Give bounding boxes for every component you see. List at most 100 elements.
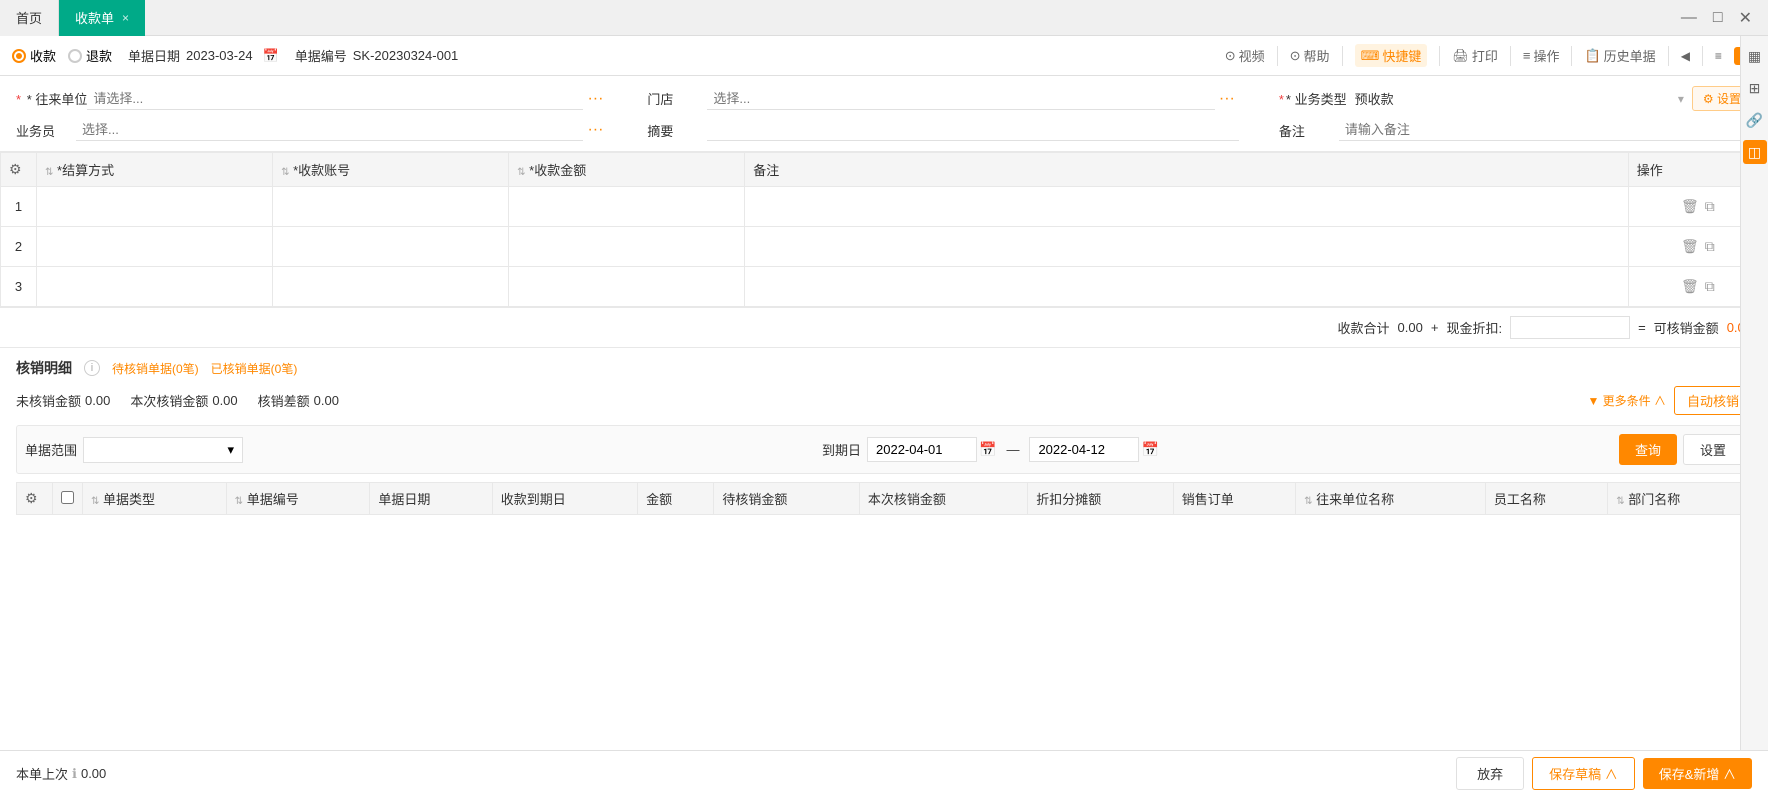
delete-row-1-btn[interactable]: 🗑: [1681, 198, 1699, 215]
row-2-settle[interactable]: [37, 227, 273, 267]
table-settings-icon[interactable]: ⚙: [1, 153, 37, 187]
tab-home[interactable]: 首页: [0, 0, 59, 36]
receipt-radio[interactable]: 收款: [12, 46, 56, 65]
remark-input[interactable]: [1339, 119, 1752, 141]
history-icon: 📋: [1584, 48, 1600, 64]
copy-row-3-btn[interactable]: ⧉: [1705, 278, 1715, 295]
row-1-remark[interactable]: [745, 187, 1629, 227]
nav-prev-icon[interactable]: ◀: [1681, 49, 1690, 63]
business-type-field: ** 业务类型 预收款 ▾ ⚙ 设置: [1279, 86, 1752, 111]
discount-label: 现金折扣:: [1446, 318, 1502, 337]
row-2-amount[interactable]: [509, 227, 745, 267]
store-ellipsis-btn[interactable]: ···: [1215, 91, 1239, 107]
per-order-info-icon[interactable]: ℹ: [72, 766, 77, 782]
col-amount-header: ⇅ *收款金额: [509, 153, 745, 187]
col-number-header: ⇅ 单据编号: [226, 483, 370, 515]
bottom-table-gear-icon[interactable]: ⚙: [25, 490, 38, 506]
number-value: SK-20230324-001: [353, 48, 459, 63]
tab-receipt[interactable]: 收款单 ×: [59, 0, 145, 36]
list-view-icon[interactable]: ≡: [1715, 49, 1722, 63]
bottom-table-header: ⚙ ⇅ 单据类型 ⇅ 单据编号 单据日期: [17, 483, 1752, 515]
staff-ellipsis-btn[interactable]: ···: [583, 122, 607, 138]
receipt-table-section: ⚙ ⇅ *结算方式 ⇅ *收款账号 ⇅ *收款金额 备注: [0, 152, 1768, 308]
select-all-checkbox[interactable]: [61, 491, 74, 504]
store-input[interactable]: [707, 88, 1214, 110]
help-icon: ⊙: [1290, 48, 1301, 64]
receipt-tab-label: 收款单: [75, 8, 114, 27]
table-row: 3 🗑 ⧉: [1, 267, 1768, 307]
reconcile-settings-btn[interactable]: 设置: [1683, 434, 1743, 465]
save-new-btn[interactable]: 保存&新增 ∧: [1643, 758, 1752, 789]
row-3-settle[interactable]: [37, 267, 273, 307]
equals-sign: =: [1638, 320, 1646, 335]
close-window-icon[interactable]: ✕: [1735, 8, 1756, 28]
staff-field: 业务员 ···: [16, 119, 607, 141]
partner-input[interactable]: [87, 88, 583, 110]
done-tag-btn[interactable]: 已核销单据(0笔): [211, 360, 298, 377]
row-3-amount[interactable]: [509, 267, 745, 307]
sidebar-scan-icon[interactable]: ◫: [1743, 140, 1767, 164]
row-3-account[interactable]: [273, 267, 509, 307]
save-draft-btn[interactable]: 保存草稿 ∧: [1532, 757, 1635, 790]
row-2-remark[interactable]: [745, 227, 1629, 267]
row-3-num: 3: [1, 267, 37, 307]
print-btn[interactable]: 🖨 打印: [1452, 46, 1498, 65]
date-label: 单据日期: [128, 46, 180, 65]
toolbar-actions: ⊙ 视频 ⊙ 帮助 ⌨ 快捷键 🖨 打印 ≡ 操作: [1225, 44, 1756, 67]
operation-icon: ≡: [1523, 48, 1531, 63]
sidebar-table-icon[interactable]: ▦: [1743, 44, 1767, 68]
video-btn[interactable]: ⊙ 视频: [1225, 46, 1265, 65]
copy-row-1-btn[interactable]: ⧉: [1705, 198, 1715, 215]
discount-input[interactable]: [1510, 316, 1630, 339]
date-value[interactable]: 2023-03-24: [186, 48, 253, 63]
row-3-remark[interactable]: [745, 267, 1629, 307]
receipt-table: ⚙ ⇅ *结算方式 ⇅ *收款账号 ⇅ *收款金额 备注: [0, 152, 1768, 307]
range-field: 单据范围 ▾: [25, 437, 810, 463]
delete-row-3-btn[interactable]: 🗑: [1681, 278, 1699, 295]
reconcile-stats-row: 未核销金额 0.00 本次核销金额 0.00 核销差额 0.00 ▼ 更多条件 …: [16, 386, 1752, 415]
staff-input[interactable]: [76, 119, 583, 141]
col-settings-header[interactable]: ⚙: [17, 483, 53, 515]
col-partner-header: ⇅ 往来单位名称: [1296, 483, 1486, 515]
number-label: 单据编号: [295, 46, 347, 65]
footer-left: 本单上次 ℹ 0.00: [16, 764, 106, 783]
sidebar-grid-icon[interactable]: ⊞: [1743, 76, 1767, 100]
range-select[interactable]: ▾: [83, 437, 243, 463]
total-value: 0.00: [1398, 320, 1423, 335]
delete-row-2-btn[interactable]: 🗑: [1681, 238, 1699, 255]
unverified-value: 0.00: [85, 393, 110, 408]
query-btn[interactable]: 查询: [1619, 434, 1677, 465]
pending-tag-btn[interactable]: 待核销单据(0笔): [112, 360, 199, 377]
table-row: 2 🗑 ⧉: [1, 227, 1768, 267]
date-to-input[interactable]: [1029, 437, 1139, 462]
refund-radio[interactable]: 退款: [68, 46, 112, 65]
calendar-to-icon[interactable]: 📅: [1141, 441, 1158, 458]
copy-row-2-btn[interactable]: ⧉: [1705, 238, 1715, 255]
calendar-from-icon[interactable]: 📅: [979, 441, 996, 458]
operation-btn[interactable]: ≡ 操作: [1523, 46, 1560, 65]
partner-ellipsis-btn[interactable]: ···: [583, 91, 607, 107]
history-btn[interactable]: 📋 历史单据: [1584, 46, 1655, 65]
minimize-icon[interactable]: —: [1677, 9, 1701, 27]
date-from-input[interactable]: [867, 437, 977, 462]
close-tab-icon[interactable]: ×: [122, 11, 129, 25]
calendar-icon[interactable]: 📅: [263, 48, 279, 64]
discard-btn[interactable]: 放弃: [1456, 757, 1524, 790]
col-sales-order-header: 销售订单: [1173, 483, 1295, 515]
row-1-account[interactable]: [273, 187, 509, 227]
remark-label: 备注: [1279, 121, 1339, 140]
row-1-settle[interactable]: [37, 187, 273, 227]
help-btn[interactable]: ⊙ 帮助: [1290, 46, 1330, 65]
summary-input[interactable]: [707, 119, 1238, 141]
main-content: 收款 退款 单据日期 2023-03-24 📅 单据编号 SK-20230324…: [0, 36, 1768, 796]
maximize-icon[interactable]: □: [1709, 9, 1727, 27]
row-1-amount[interactable]: [509, 187, 745, 227]
sidebar-link-icon[interactable]: 🔗: [1743, 108, 1767, 132]
shortcut-btn[interactable]: ⌨ 快捷键: [1355, 44, 1428, 67]
bottom-table: ⚙ ⇅ 单据类型 ⇅ 单据编号 单据日期: [16, 482, 1752, 515]
business-type-chevron[interactable]: ▾: [1678, 92, 1684, 106]
reconcile-info-icon[interactable]: i: [84, 360, 100, 376]
more-filter-btn[interactable]: ▼ 更多条件 ∧: [1587, 392, 1666, 409]
row-2-account[interactable]: [273, 227, 509, 267]
gear-icon[interactable]: ⚙: [9, 161, 22, 177]
